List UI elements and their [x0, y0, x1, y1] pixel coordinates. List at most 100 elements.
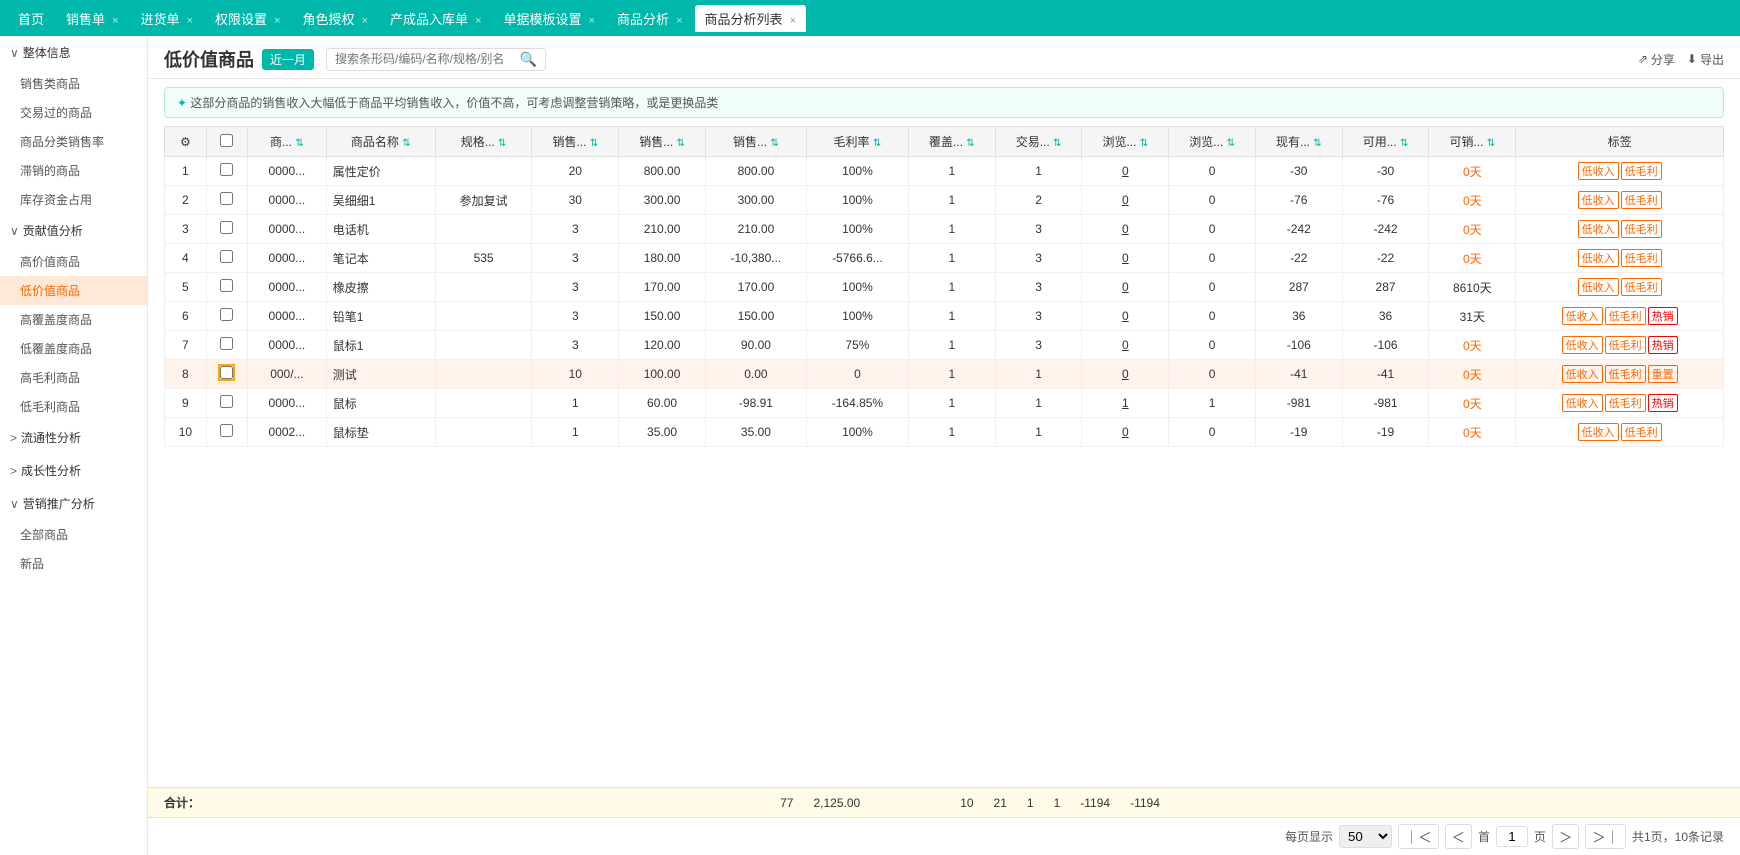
sidebar-item-高毛利商品[interactable]: 高毛利商品 [0, 363, 147, 392]
view-link[interactable]: 0 [1122, 251, 1129, 265]
col-header-view2[interactable]: 浏览... ⇅ [1169, 127, 1256, 157]
view-link[interactable]: 0 [1122, 193, 1129, 207]
close-tab-icon[interactable]: × [359, 15, 368, 27]
cell-view1[interactable]: 1 [1082, 389, 1169, 418]
close-tab-icon[interactable]: × [271, 15, 280, 27]
col-header-code[interactable]: 商... ⇅ [247, 127, 326, 157]
cell-view1[interactable]: 0 [1082, 186, 1169, 215]
select-all-checkbox[interactable] [220, 134, 233, 147]
col-header-margin[interactable]: 毛利率 ⇅ [806, 127, 908, 157]
sidebar-item-销售类商品[interactable]: 销售类商品 [0, 69, 147, 98]
cell-view1[interactable]: 0 [1082, 215, 1169, 244]
col-header-current[interactable]: 现有... ⇅ [1255, 127, 1342, 157]
row-checkbox[interactable] [220, 250, 233, 263]
col-header-spec[interactable]: 规格... ⇅ [435, 127, 532, 157]
row-checkbox[interactable] [220, 279, 233, 292]
sidebar-item-高价值商品[interactable]: 高价值商品 [0, 247, 147, 276]
cell-view1[interactable]: 0 [1082, 244, 1169, 273]
row-checkbox[interactable] [220, 221, 233, 234]
row-checkbox[interactable] [220, 395, 233, 408]
nav-item-权限设置[interactable]: 权限设置 × [205, 5, 291, 32]
sidebar-item-全部商品[interactable]: 全部商品 [0, 520, 147, 549]
search-input[interactable] [335, 52, 520, 66]
row-checkbox[interactable] [220, 366, 233, 379]
last-page-button[interactable]: ＞｜ [1585, 824, 1626, 849]
col-header-trade[interactable]: 交易... ⇅ [995, 127, 1082, 157]
first-page-button[interactable]: ｜＜ [1398, 824, 1439, 849]
close-tab-icon[interactable]: × [472, 15, 481, 27]
cell-checkbox[interactable] [206, 157, 247, 186]
cell-view1[interactable]: 0 [1082, 157, 1169, 186]
col-header-available[interactable]: 可用... ⇅ [1342, 127, 1429, 157]
cell-checkbox[interactable] [206, 244, 247, 273]
nav-item-销售单[interactable]: 销售单 × [56, 5, 129, 32]
col-header-view1[interactable]: 浏览... ⇅ [1082, 127, 1169, 157]
sidebar-group-流通性分析[interactable]: > 流通性分析 [0, 421, 147, 454]
sidebar-item-低毛利商品[interactable]: 低毛利商品 [0, 392, 147, 421]
row-checkbox[interactable] [220, 192, 233, 205]
cell-view1[interactable]: 0 [1082, 418, 1169, 447]
cell-checkbox[interactable] [206, 331, 247, 360]
view-link[interactable]: 0 [1122, 222, 1129, 236]
view-link[interactable]: 0 [1122, 338, 1129, 352]
cell-view1[interactable]: 0 [1082, 360, 1169, 389]
prev-page-button[interactable]: ＜ [1445, 824, 1472, 849]
nav-item-首页[interactable]: 首页 [8, 5, 54, 32]
page-number-input[interactable] [1496, 826, 1528, 847]
sidebar-group-营销推广分析[interactable]: ∨ 营销推广分析 [0, 487, 147, 520]
col-header-saleable[interactable]: 可销... ⇅ [1429, 127, 1516, 157]
sidebar-group-成长性分析[interactable]: > 成长性分析 [0, 454, 147, 487]
sidebar-group-贡献值分析[interactable]: ∨ 贡献值分析 [0, 214, 147, 247]
view-link[interactable]: 1 [1122, 396, 1129, 410]
cell-checkbox[interactable] [206, 215, 247, 244]
cell-view1[interactable]: 0 [1082, 273, 1169, 302]
cell-view1[interactable]: 0 [1082, 331, 1169, 360]
close-tab-icon[interactable]: × [586, 15, 595, 27]
row-checkbox[interactable] [220, 337, 233, 350]
view-link[interactable]: 0 [1122, 164, 1129, 178]
nav-item-角色授权[interactable]: 角色授权 × [293, 5, 379, 32]
share-button[interactable]: ⇗ 分享 [1638, 51, 1675, 68]
close-tab-icon[interactable]: × [673, 15, 682, 27]
col-header-sales_price[interactable]: 销售... ⇅ [619, 127, 706, 157]
sidebar-item-低覆盖度商品[interactable]: 低覆盖度商品 [0, 334, 147, 363]
col-header-coverage[interactable]: 覆盖... ⇅ [908, 127, 995, 157]
cell-checkbox[interactable] [206, 302, 247, 331]
nav-item-商品分析列表[interactable]: 商品分析列表 × [695, 5, 807, 32]
per-page-select[interactable]: 50 100 200 [1339, 825, 1392, 848]
view-link[interactable]: 0 [1122, 309, 1129, 323]
cell-checkbox[interactable] [206, 186, 247, 215]
view-link[interactable]: 0 [1122, 280, 1129, 294]
cell-view1[interactable]: 0 [1082, 302, 1169, 331]
sidebar-item-交易过的商品[interactable]: 交易过的商品 [0, 98, 147, 127]
row-checkbox[interactable] [220, 424, 233, 437]
sidebar-item-低价值商品[interactable]: 低价值商品 [0, 276, 147, 305]
sidebar-item-库存资金占用[interactable]: 库存资金占用 [0, 185, 147, 214]
sidebar-item-高覆盖度商品[interactable]: 高覆盖度商品 [0, 305, 147, 334]
sidebar-item-新品[interactable]: 新品 [0, 549, 147, 578]
next-page-button[interactable]: ＞ [1552, 824, 1579, 849]
cell-checkbox[interactable] [206, 418, 247, 447]
nav-item-商品分析[interactable]: 商品分析 × [607, 5, 693, 32]
row-checkbox[interactable] [220, 308, 233, 321]
nav-item-进货单[interactable]: 进货单 × [131, 5, 204, 32]
cell-checkbox[interactable] [206, 360, 247, 389]
row-checkbox[interactable] [220, 163, 233, 176]
export-button[interactable]: ⬇ 导出 [1687, 51, 1724, 68]
nav-item-产成品入库单[interactable]: 产成品入库单 × [380, 5, 492, 32]
search-icon[interactable]: 🔍 [520, 51, 537, 68]
nav-item-单据模板设置[interactable]: 单据模板设置 × [494, 5, 606, 32]
time-filter-button[interactable]: 近一月 [262, 49, 314, 70]
cell-checkbox[interactable] [206, 273, 247, 302]
close-tab-icon[interactable]: × [787, 15, 796, 27]
col-header-sales_amount[interactable]: 销售... ⇅ [705, 127, 806, 157]
cell-checkbox[interactable] [206, 389, 247, 418]
settings-icon[interactable]: ⚙ [180, 135, 191, 149]
col-header-sales_qty[interactable]: 销售... ⇅ [532, 127, 619, 157]
sidebar-item-商品分类销售率[interactable]: 商品分类销售率 [0, 127, 147, 156]
col-header-name[interactable]: 商品名称 ⇅ [326, 127, 435, 157]
view-link[interactable]: 0 [1122, 367, 1129, 381]
close-tab-icon[interactable]: × [109, 15, 118, 27]
sidebar-group-整体信息[interactable]: ∨ 整体信息 [0, 36, 147, 69]
sidebar-item-滞销的商品[interactable]: 滞销的商品 [0, 156, 147, 185]
